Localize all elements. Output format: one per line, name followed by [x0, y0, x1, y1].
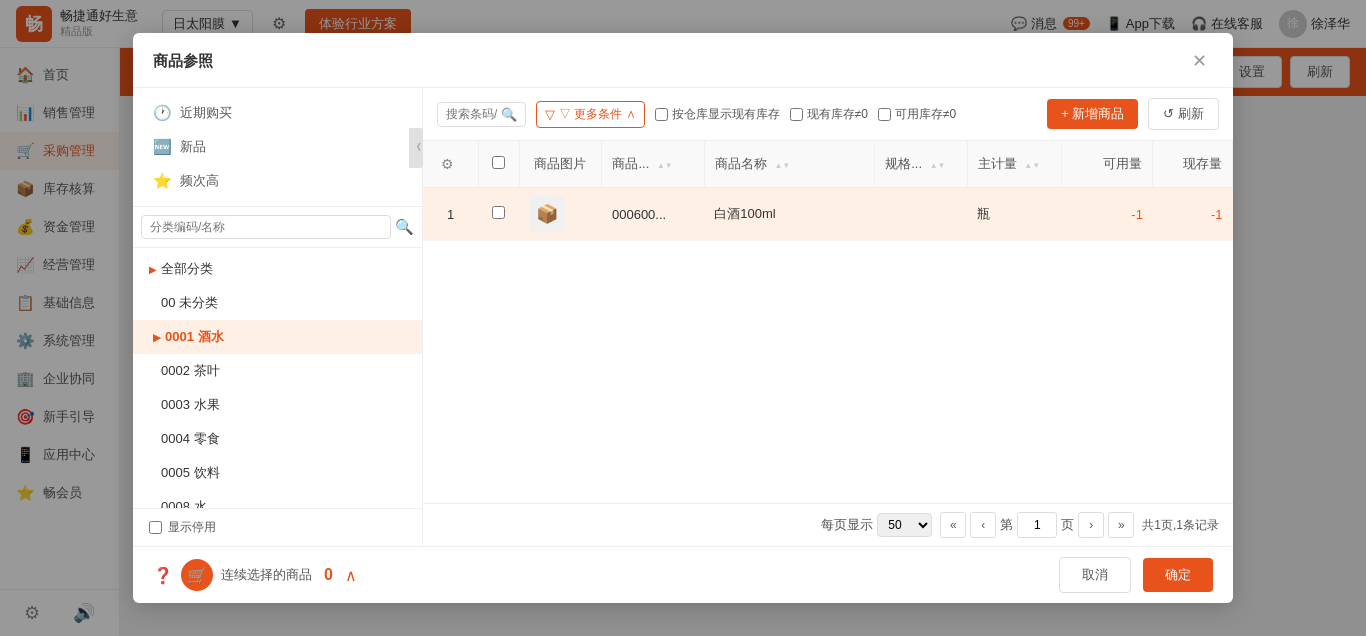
row-name: 白酒100ml — [704, 188, 874, 241]
product-search-wrap[interactable]: 🔍 — [437, 102, 526, 127]
modal-overlay: 商品参照 ✕ 🕐 近期购买 🆕 新品 — [0, 0, 1366, 636]
cart-count: 0 — [324, 566, 333, 584]
category-0008-water[interactable]: 0008 水 — [133, 490, 422, 508]
frequent-icon: ⭐ — [153, 172, 172, 190]
more-filters-button[interactable]: ▽ ▽ 更多条件 ∧ — [536, 101, 645, 128]
table-header: ⚙ 商品图片 商品... ▲▼ — [423, 141, 1233, 188]
col-header-stock[interactable]: 现存量 — [1153, 141, 1233, 188]
product-reference-modal: 商品参照 ✕ 🕐 近期购买 🆕 新品 — [133, 33, 1233, 603]
row-unit: 瓶 — [967, 188, 1062, 241]
page-number-input[interactable] — [1017, 512, 1057, 538]
prev-page-button[interactable]: ‹ — [970, 512, 996, 538]
product-search-icon[interactable]: 🔍 — [501, 107, 517, 122]
page-of-label: 页 — [1061, 516, 1074, 534]
modal-toolbar: 🔍 ▽ ▽ 更多条件 ∧ 按仓库显示现有库存 现有库存≠0 — [423, 88, 1233, 141]
product-thumbnail: 📦 — [529, 196, 565, 232]
col-header-available[interactable]: 可用量 — [1062, 141, 1153, 188]
table-config-icon[interactable]: ⚙ — [433, 150, 461, 178]
page-navigation: « ‹ 第 页 › » — [940, 512, 1134, 538]
per-page-dropdown[interactable]: 50 20 100 — [877, 513, 932, 537]
first-page-button[interactable]: « — [940, 512, 966, 538]
row-check[interactable] — [478, 188, 519, 241]
modal-right-panel: 🔍 ▽ ▽ 更多条件 ∧ 按仓库显示现有库存 现有库存≠0 — [423, 88, 1233, 546]
row-code: 000600... — [602, 188, 704, 241]
page-label: 第 — [1000, 516, 1013, 534]
col-header-config: ⚙ — [423, 141, 478, 188]
add-product-button[interactable]: + 新增商品 — [1047, 99, 1138, 129]
category-0005-drinks[interactable]: 0005 饮料 — [133, 456, 422, 490]
category-0001-liquor[interactable]: ▶ 0001 酒水 — [133, 320, 422, 354]
last-page-button[interactable]: » — [1108, 512, 1134, 538]
category-0002-tea[interactable]: 0002 茶叶 — [133, 354, 422, 388]
stock-nonzero-filter: 现有库存≠0 — [790, 106, 868, 123]
recent-icon: 🕐 — [153, 104, 172, 122]
new-icon: 🆕 — [153, 138, 172, 156]
tab-new-products[interactable]: 🆕 新品 — [141, 130, 414, 164]
row-num: 1 — [423, 188, 478, 241]
show-disabled-label[interactable]: 显示停用 — [168, 519, 216, 536]
modal-header: 商品参照 ✕ — [133, 33, 1233, 88]
cart-collapse-icon[interactable]: ∧ — [345, 566, 357, 585]
category-search: 🔍 — [133, 207, 422, 248]
category-0003-fruit[interactable]: 0003 水果 — [133, 388, 422, 422]
category-all[interactable]: ▶ 全部分类 — [133, 252, 422, 286]
col-header-code[interactable]: 商品... ▲▼ — [602, 141, 704, 188]
select-all-checkbox[interactable] — [492, 156, 505, 169]
modal-title: 商品参照 — [153, 52, 213, 71]
col-header-check — [478, 141, 519, 188]
confirm-button[interactable]: 确定 — [1143, 558, 1213, 592]
category-search-input[interactable] — [141, 215, 391, 239]
row-spec — [875, 188, 967, 241]
available-nonzero-checkbox[interactable] — [878, 108, 891, 121]
table-body: 1 📦 000600... 白酒100ml 瓶 — [423, 188, 1233, 241]
tab-frequent[interactable]: ⭐ 频次高 — [141, 164, 414, 198]
warehouse-filter: 按仓库显示现有库存 — [655, 106, 780, 123]
col-header-unit[interactable]: 主计量 ▲▼ — [967, 141, 1062, 188]
category-00-uncategorized[interactable]: 00 未分类 — [133, 286, 422, 320]
left-bottom: 显示停用 — [133, 508, 422, 546]
row-stock: -1 — [1153, 188, 1233, 241]
cancel-button[interactable]: 取消 — [1059, 557, 1131, 593]
page-total-text: 共1页,1条记录 — [1142, 517, 1219, 534]
modal-body: 🕐 近期购买 🆕 新品 ⭐ 频次高 《 — [133, 88, 1233, 546]
available-nonzero-filter: 可用库存≠0 — [878, 106, 956, 123]
table-row[interactable]: 1 📦 000600... 白酒100ml 瓶 — [423, 188, 1233, 241]
warehouse-filter-checkbox[interactable] — [655, 108, 668, 121]
cart-area: ❓ 🛒 连续选择的商品 0 ∧ — [153, 559, 1047, 591]
help-icon[interactable]: ❓ — [153, 566, 173, 585]
stock-nonzero-checkbox[interactable] — [790, 108, 803, 121]
col-header-spec[interactable]: 规格... ▲▼ — [875, 141, 967, 188]
pagination-bar: 每页显示 50 20 100 « ‹ 第 页 › — [423, 503, 1233, 546]
col-header-name[interactable]: 商品名称 ▲▼ — [704, 141, 874, 188]
tab-recent-purchase[interactable]: 🕐 近期购买 — [141, 96, 414, 130]
next-page-button[interactable]: › — [1078, 512, 1104, 538]
row-image: 📦 — [519, 188, 602, 241]
col-header-image: 商品图片 — [519, 141, 602, 188]
show-disabled-checkbox[interactable] — [149, 521, 162, 534]
modal-close-button[interactable]: ✕ — [1185, 47, 1213, 75]
left-nav-top: 🕐 近期购买 🆕 新品 ⭐ 频次高 《 — [133, 88, 422, 207]
row-available: -1 — [1062, 188, 1153, 241]
modal-left-panel: 🕐 近期购买 🆕 新品 ⭐ 频次高 《 — [133, 88, 423, 546]
category-0004-snacks[interactable]: 0004 零食 — [133, 422, 422, 456]
modal-footer: ❓ 🛒 连续选择的商品 0 ∧ 取消 确定 — [133, 546, 1233, 603]
left-nav-tabs: 🕐 近期购买 🆕 新品 ⭐ 频次高 — [133, 88, 422, 207]
product-search-input[interactable] — [446, 107, 497, 121]
cart-icon[interactable]: 🛒 — [181, 559, 213, 591]
refresh-table-button[interactable]: ↺ 刷新 — [1148, 98, 1219, 130]
cart-text: 连续选择的商品 — [221, 566, 312, 584]
left-panel-collapse-button[interactable]: 《 — [409, 128, 423, 168]
product-table: ⚙ 商品图片 商品... ▲▼ — [423, 141, 1233, 241]
category-search-icon[interactable]: 🔍 — [395, 218, 414, 236]
category-tree: ▶ 全部分类 00 未分类 ▶ 0001 酒水 0002 茶叶 0003 水果 — [133, 248, 422, 508]
per-page-select: 每页显示 50 20 100 — [821, 513, 932, 537]
product-table-wrap: ⚙ 商品图片 商品... ▲▼ — [423, 141, 1233, 503]
